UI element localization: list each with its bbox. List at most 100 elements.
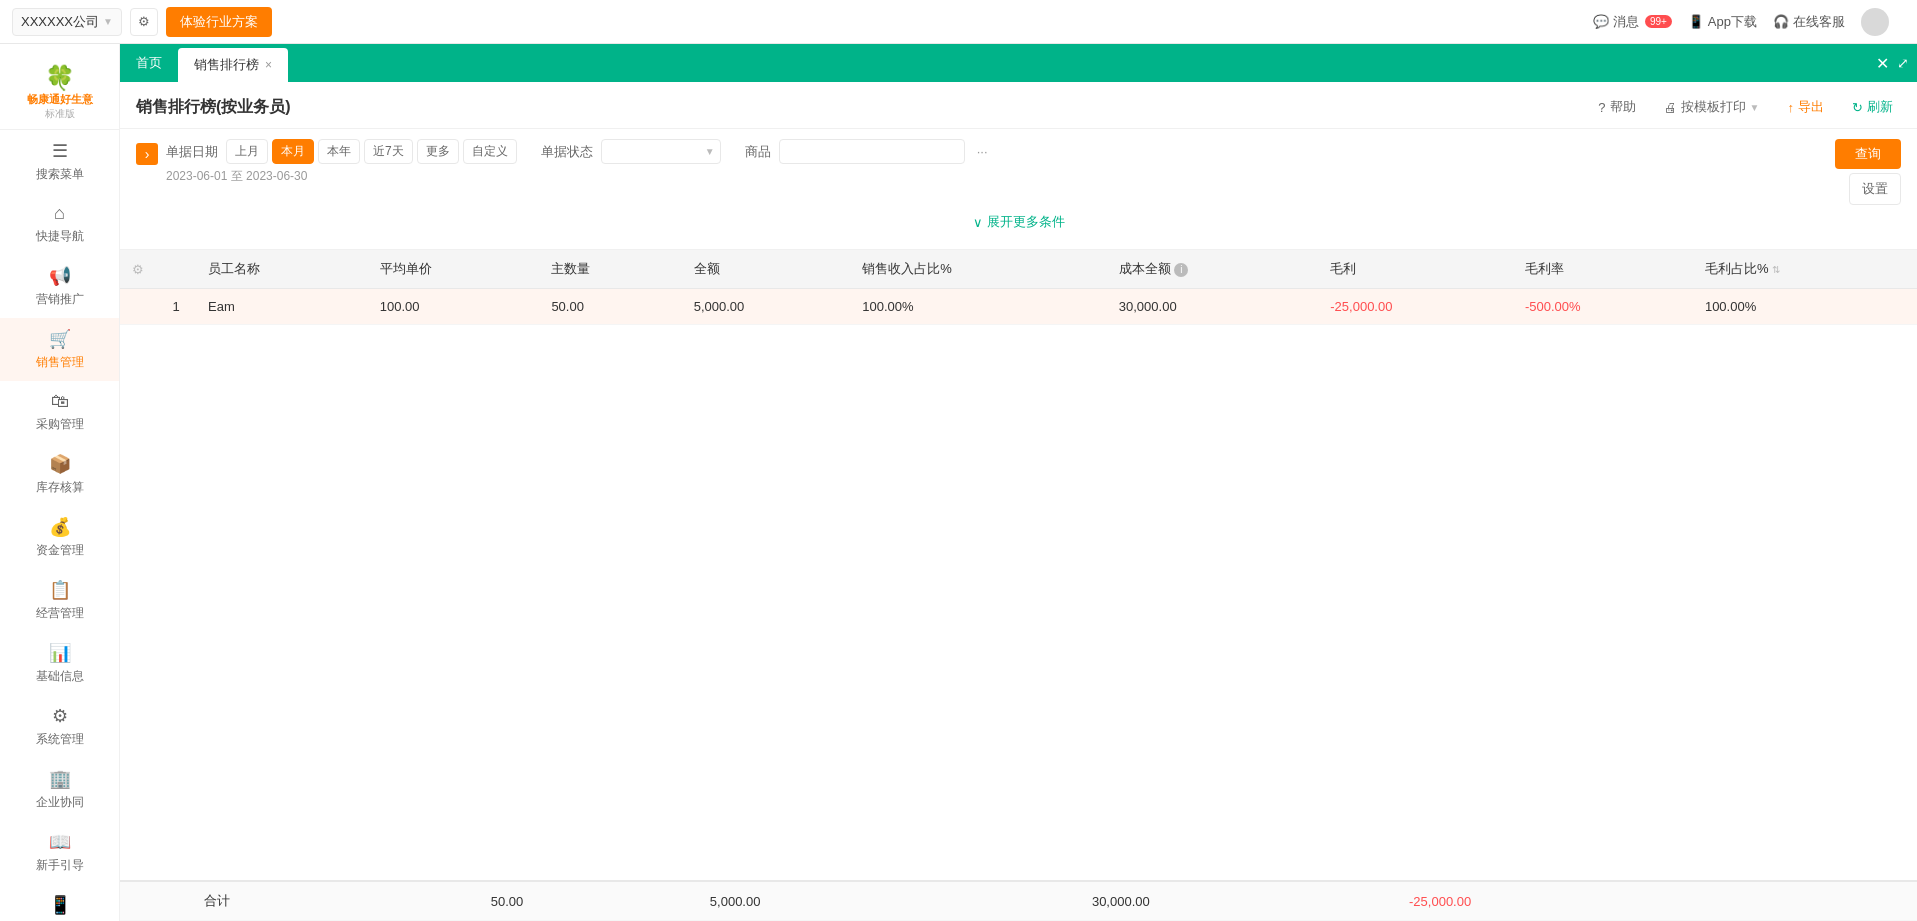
enterprise-icon: 🏢 (49, 768, 71, 790)
operations-icon: 📋 (49, 579, 71, 601)
logo-icon: 🍀 (45, 64, 75, 92)
logo-sub: 标准版 (45, 107, 75, 121)
export-button[interactable]: ↑ 导出 (1780, 94, 1833, 120)
date-label: 单据日期 (166, 143, 218, 161)
sidebar-label: 经营管理 (36, 605, 84, 622)
purchase-icon: 🛍 (51, 391, 69, 412)
date-buttons: 上月 本月 本年 近7天 更多 自定义 (226, 139, 517, 164)
column-settings-icon[interactable]: ⚙ (132, 262, 144, 277)
sidebar-item-purchase[interactable]: 🛍 采购管理 (0, 381, 119, 443)
footer-table: 合计 50.00 5,000.00 30,000.00 -25,000.00 (120, 882, 1917, 921)
sidebar-label: 资金管理 (36, 542, 84, 559)
status-select[interactable] (601, 139, 721, 164)
basic-info-icon: 📊 (49, 642, 71, 664)
row-main-qty: 50.00 (539, 289, 681, 325)
tab-maximize-icon[interactable]: ⤢ (1897, 55, 1909, 71)
sidebar-item-operations[interactable]: 📋 经营管理 (0, 569, 119, 632)
setting-button[interactable]: 设置 (1849, 173, 1901, 205)
sidebar-item-app-center[interactable]: 📱 应用中心 (0, 884, 119, 921)
goods-label: 商品 (745, 143, 771, 161)
row-gross-rate: -500.00% (1513, 289, 1693, 325)
sidebar-label: 销售管理 (36, 354, 84, 371)
app-center-icon: 📱 (49, 894, 71, 916)
message-icon: 💬 (1593, 14, 1609, 29)
guide-icon: 📖 (49, 831, 71, 853)
footer-cost: 30,000.00 (1080, 882, 1397, 921)
footer-avg-price (386, 882, 479, 921)
export-icon: ↑ (1788, 100, 1795, 115)
chevron-down-icon: ▼ (103, 16, 113, 27)
sidebar-item-finance[interactable]: 💰 资金管理 (0, 506, 119, 569)
sidebar-item-guide[interactable]: 📖 新手引导 (0, 821, 119, 884)
home-tab-label: 首页 (136, 54, 162, 72)
right-actions: 查询 设置 (1835, 139, 1901, 205)
sidebar-label: 企业协同 (36, 794, 84, 811)
home-icon: ⌂ (54, 203, 65, 224)
print-icon: 🖨 (1664, 100, 1677, 115)
sidebar-label: 采购管理 (36, 416, 84, 433)
company-selector[interactable]: XXXXXX公司 ▼ (12, 8, 122, 36)
tab-bar-right: ✕ ⤢ (1876, 54, 1917, 73)
help-icon: ? (1598, 100, 1605, 115)
date-btn-7days[interactable]: 近7天 (364, 139, 413, 164)
date-btn-more[interactable]: 更多 (417, 139, 459, 164)
date-filter-group: 单据日期 上月 本月 本年 近7天 更多 自定义 2023 (166, 139, 517, 185)
footer-label: 合计 (192, 882, 386, 921)
refresh-icon: ↻ (1852, 100, 1863, 115)
col-settings[interactable]: ⚙ (120, 250, 156, 289)
table-footer: 合计 50.00 5,000.00 30,000.00 -25,000.00 (120, 880, 1917, 921)
table-header-row: ⚙ 员工名称 平均单价 主数量 全额 销售收入占比% 成本全额 i 毛利 (120, 250, 1917, 289)
col-cost: 成本全额 i (1107, 250, 1319, 289)
query-button[interactable]: 查询 (1835, 139, 1901, 169)
footer-total: 5,000.00 (698, 882, 987, 921)
goods-input[interactable] (779, 139, 965, 164)
date-btn-custom[interactable]: 自定义 (463, 139, 517, 164)
sidebar-label: 基础信息 (36, 668, 84, 685)
sidebar-item-sales[interactable]: 🛒 销售管理 (0, 318, 119, 381)
footer-gross: -25,000.00 (1397, 882, 1731, 921)
sidebar-item-quick-nav[interactable]: ⌂ 快捷导航 (0, 193, 119, 255)
help-button[interactable]: ? 帮助 (1590, 94, 1643, 120)
col-sales-pct: 销售收入占比% (850, 250, 1107, 289)
gross-pct-sort-icon[interactable]: ⇅ (1772, 264, 1780, 275)
messages-btn[interactable]: 💬 消息 99+ (1593, 13, 1672, 31)
date-btn-this-year[interactable]: 本年 (318, 139, 360, 164)
more-dots-icon[interactable]: ··· (973, 144, 992, 159)
app-download-btn[interactable]: 📱 App下载 (1688, 13, 1757, 31)
date-btn-this-month[interactable]: 本月 (272, 139, 314, 164)
row-avg-price: 100.00 (368, 289, 540, 325)
expand-row: ∨ 展开更多条件 (136, 205, 1901, 239)
footer-sales-pct (987, 882, 1080, 921)
row-total: 5,000.00 (682, 289, 851, 325)
sidebar-item-marketing[interactable]: 📢 营销推广 (0, 255, 119, 318)
filter-section: › 单据日期 上月 本月 本年 近7天 更多 自定义 (120, 129, 1917, 250)
row-index: 1 (156, 289, 196, 325)
date-btn-last-month[interactable]: 上月 (226, 139, 268, 164)
filter-expand-arrow[interactable]: › (136, 143, 158, 165)
sidebar-item-search-order[interactable]: ☰ 搜索菜单 (0, 130, 119, 193)
sidebar-item-basic-info[interactable]: 📊 基础信息 (0, 632, 119, 695)
row-cost: 30,000.00 (1107, 289, 1319, 325)
filter-main-row: › 单据日期 上月 本月 本年 近7天 更多 自定义 (136, 139, 1901, 205)
footer-empty1 (120, 882, 152, 921)
tab-sales-ranking[interactable]: 销售排行榜 × (178, 48, 288, 82)
headset-icon: 🎧 (1773, 14, 1789, 29)
settings-icon[interactable]: ⚙ (130, 8, 158, 36)
row-sales-pct: 100.00% (850, 289, 1107, 325)
finance-icon: 💰 (49, 516, 71, 538)
expand-conditions-button[interactable]: ∨ 展开更多条件 (965, 209, 1073, 235)
tab-home[interactable]: 首页 (120, 44, 178, 82)
trial-button[interactable]: 体验行业方案 (166, 7, 272, 37)
row-name: Eam (196, 289, 368, 325)
date-filter-row: 单据日期 上月 本月 本年 近7天 更多 自定义 (166, 139, 517, 164)
sidebar-item-inventory[interactable]: 📦 库存核算 (0, 443, 119, 506)
refresh-button[interactable]: ↻ 刷新 (1844, 94, 1901, 120)
sidebar-item-enterprise[interactable]: 🏢 企业协同 (0, 758, 119, 821)
print-button[interactable]: 🖨 按模板打印 ▼ (1656, 94, 1768, 120)
cost-info-icon[interactable]: i (1174, 263, 1188, 277)
tab-close-window-icon[interactable]: ✕ (1876, 54, 1889, 73)
online-service-btn[interactable]: 🎧 在线客服 (1773, 13, 1845, 31)
sidebar-item-system[interactable]: ⚙ 系统管理 (0, 695, 119, 758)
avatar[interactable] (1861, 8, 1889, 36)
tab-close-icon[interactable]: × (265, 58, 272, 72)
